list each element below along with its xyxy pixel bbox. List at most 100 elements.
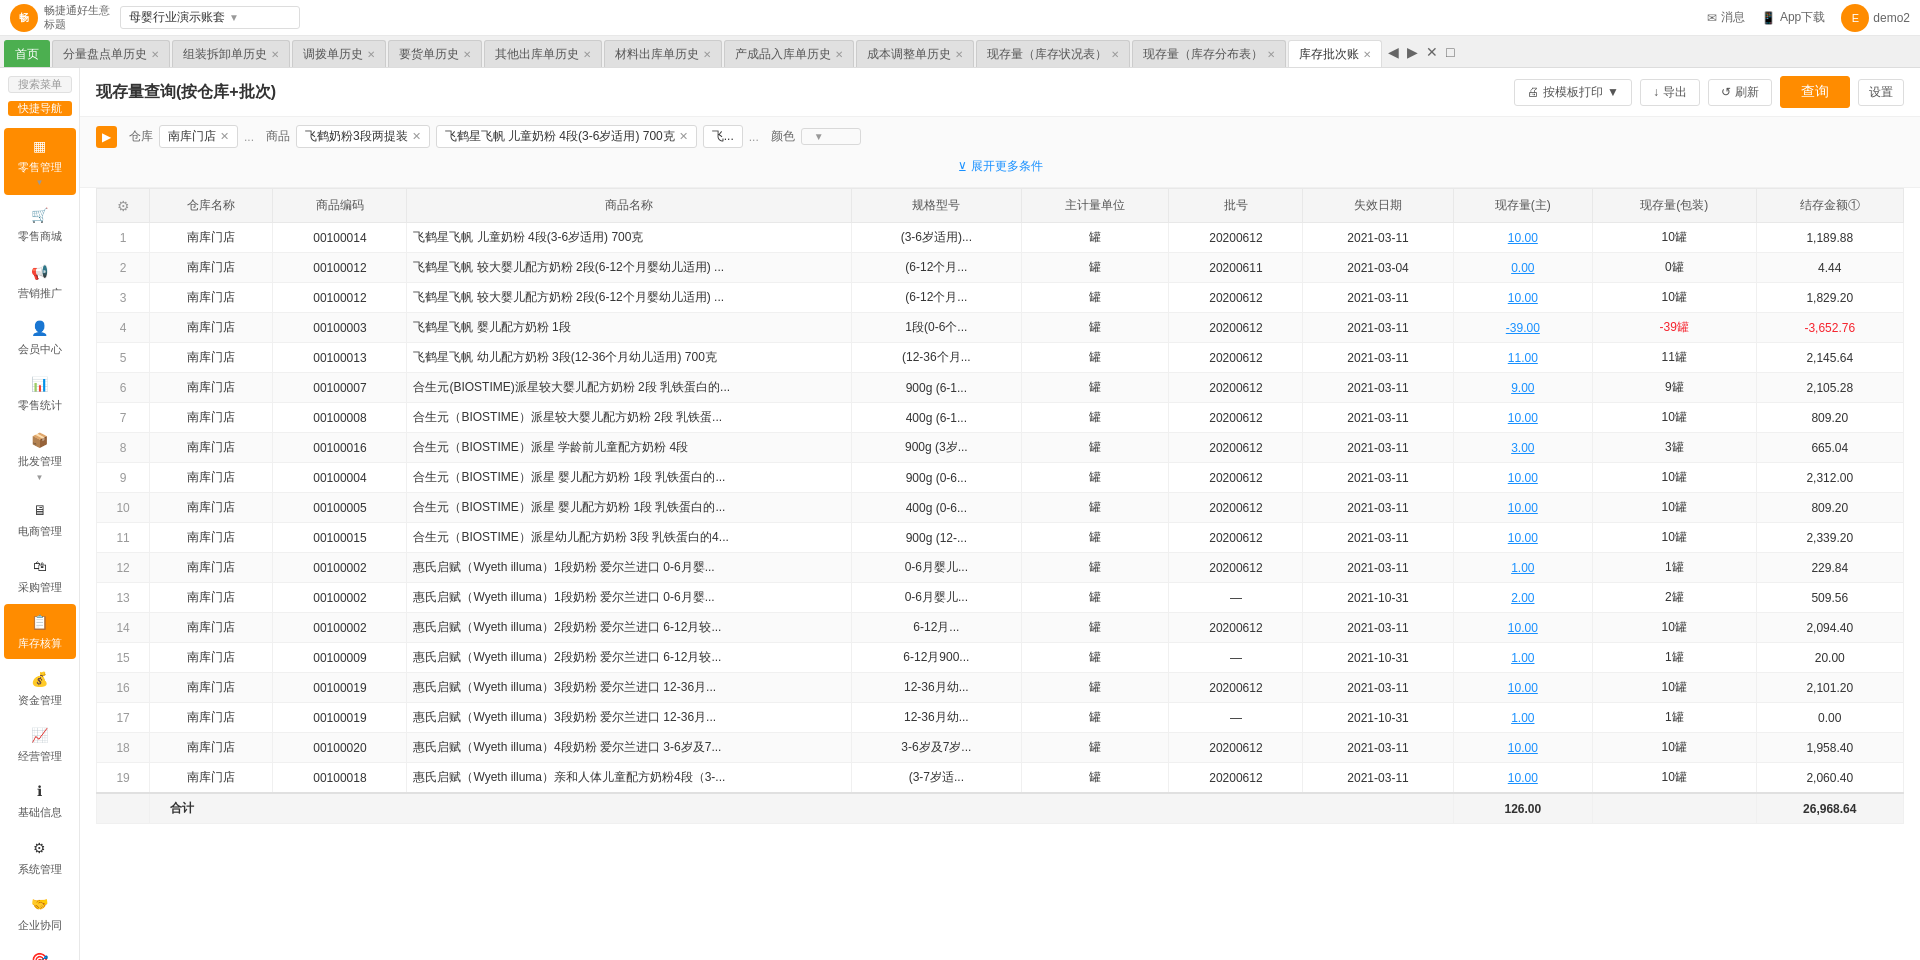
cell-amount: 0.00 bbox=[1756, 703, 1903, 733]
tab-qita[interactable]: 其他出库单历史 ✕ bbox=[484, 40, 602, 68]
print-btn[interactable]: 🖨 按模板打印 ▼ bbox=[1514, 79, 1632, 106]
cell-qty-main[interactable]: 10.00 bbox=[1453, 733, 1592, 763]
sidebar-item-collab[interactable]: 🤝 企业协同 bbox=[4, 886, 76, 940]
close-icon[interactable]: ✕ bbox=[835, 49, 843, 60]
expand-filters-btn[interactable]: ▶ bbox=[96, 126, 117, 148]
product-more[interactable]: ... bbox=[749, 130, 759, 144]
cell-batch: 20200612 bbox=[1169, 763, 1303, 794]
col-code: 商品编码 bbox=[273, 189, 407, 223]
cell-qty-main[interactable]: 10.00 bbox=[1453, 223, 1592, 253]
close-icon[interactable]: ✕ bbox=[220, 130, 229, 143]
sidebar-item-system[interactable]: ⚙ 系统管理 bbox=[4, 830, 76, 884]
cell-qty-main[interactable]: 10.00 bbox=[1453, 613, 1592, 643]
tab-cailiao[interactable]: 材料出库单历史 ✕ bbox=[604, 40, 722, 68]
tab-diaob[interactable]: 调拨单历史 ✕ bbox=[292, 40, 386, 68]
sidebar-item-purchase[interactable]: 🛍 采购管理 bbox=[4, 548, 76, 602]
sidebar-item-ecom[interactable]: 🖥 电商管理 bbox=[4, 492, 76, 546]
col-settings[interactable]: ⚙ bbox=[97, 189, 150, 223]
tab-close-all-icon[interactable]: ✕ bbox=[1422, 44, 1442, 60]
color-label: 颜色 bbox=[771, 128, 795, 145]
query-btn[interactable]: 查询 bbox=[1780, 76, 1850, 108]
cell-qty-main[interactable]: 10.00 bbox=[1453, 283, 1592, 313]
tab-fenliang[interactable]: 分量盘点单历史 ✕ bbox=[52, 40, 170, 68]
sidebar-item-biz[interactable]: 📈 经营管理 bbox=[4, 717, 76, 771]
close-icon[interactable]: ✕ bbox=[271, 49, 279, 60]
cell-batch: 20200612 bbox=[1169, 433, 1303, 463]
app-download-btn[interactable]: 📱 App下载 bbox=[1761, 9, 1825, 26]
cell-warehouse: 南库门店 bbox=[150, 433, 273, 463]
cell-code: 00100018 bbox=[273, 763, 407, 794]
sidebar-item-finance[interactable]: 💰 资金管理 bbox=[4, 661, 76, 715]
org-selector[interactable]: 母婴行业演示账套 ▼ bbox=[120, 6, 300, 29]
warehouse-tag[interactable]: 南库门店 ✕ bbox=[159, 125, 238, 148]
cell-qty-main[interactable]: 10.00 bbox=[1453, 463, 1592, 493]
sidebar-item-retail[interactable]: ▦ 零售管理 ▼ bbox=[4, 128, 76, 195]
tab-chengben[interactable]: 成本调整单历史 ✕ bbox=[856, 40, 974, 68]
cell-qty-main[interactable]: 2.00 bbox=[1453, 583, 1592, 613]
search-menu-btn[interactable]: 搜索菜单 bbox=[8, 76, 72, 93]
warehouse-more[interactable]: ... bbox=[244, 130, 254, 144]
sidebar-item-inventory[interactable]: 📋 库存核算 bbox=[4, 604, 76, 658]
cell-qty-main[interactable]: 1.00 bbox=[1453, 643, 1592, 673]
logo-line1: 畅捷通好生意 bbox=[44, 4, 110, 17]
product-tag-1[interactable]: 飞鹤奶粉3段两提装 ✕ bbox=[296, 125, 430, 148]
quick-nav-btn[interactable]: 快捷导航 bbox=[8, 101, 72, 116]
tab-xiancun1[interactable]: 现存量（库存状况表） ✕ bbox=[976, 40, 1130, 68]
cell-qty-main[interactable]: -39.00 bbox=[1453, 313, 1592, 343]
tab-yaohuo[interactable]: 要货单历史 ✕ bbox=[388, 40, 482, 68]
cell-qty-main[interactable]: 10.00 bbox=[1453, 763, 1592, 794]
cell-qty-main[interactable]: 11.00 bbox=[1453, 343, 1592, 373]
cell-qty-main[interactable]: 10.00 bbox=[1453, 673, 1592, 703]
quick-nav-label: 快捷导航 bbox=[18, 101, 62, 116]
cell-qty-main[interactable]: 1.00 bbox=[1453, 703, 1592, 733]
tab-home[interactable]: 首页 bbox=[4, 40, 50, 68]
cell-qty-main[interactable]: 1.00 bbox=[1453, 553, 1592, 583]
sidebar-item-stats[interactable]: 📊 零售统计 bbox=[4, 366, 76, 420]
tab-zuzhuang[interactable]: 组装拆卸单历史 ✕ bbox=[172, 40, 290, 68]
close-icon[interactable]: ✕ bbox=[463, 49, 471, 60]
refresh-btn[interactable]: ↺ 刷新 bbox=[1708, 79, 1772, 106]
close-icon[interactable]: ✕ bbox=[679, 130, 688, 143]
cell-batch: 20200612 bbox=[1169, 523, 1303, 553]
expand-conditions-btn[interactable]: ⊻ 展开更多条件 bbox=[950, 154, 1051, 179]
product-tag-3[interactable]: 飞... bbox=[703, 125, 743, 148]
sidebar-item-marketing[interactable]: 📢 营销推广 bbox=[4, 254, 76, 308]
sidebar-item-basic[interactable]: ℹ 基础信息 bbox=[4, 773, 76, 827]
sidebar-item-wholesale[interactable]: 📦 批发管理 ▼ bbox=[4, 422, 76, 489]
tab-maximize-icon[interactable]: □ bbox=[1442, 44, 1458, 60]
sidebar-item-member[interactable]: 👤 会员中心 bbox=[4, 310, 76, 364]
tab-xiancun2[interactable]: 现存量（库存分布表） ✕ bbox=[1132, 40, 1286, 68]
table-row: 12 南库门店 00100002 惠氏启赋（Wyeth illuma）1段奶粉 … bbox=[97, 553, 1904, 583]
sidebar-item-mall[interactable]: 🛒 零售商城 bbox=[4, 197, 76, 251]
close-icon[interactable]: ✕ bbox=[412, 130, 421, 143]
cell-qty-main[interactable]: 10.00 bbox=[1453, 523, 1592, 553]
close-icon[interactable]: ✕ bbox=[1111, 49, 1119, 60]
color-select[interactable]: ▼ bbox=[801, 128, 861, 145]
cell-qty-main[interactable]: 10.00 bbox=[1453, 403, 1592, 433]
close-icon[interactable]: ✕ bbox=[583, 49, 591, 60]
tab-next-icon[interactable]: ▶ bbox=[1403, 44, 1422, 60]
close-icon[interactable]: ✕ bbox=[703, 49, 711, 60]
cell-unit: 罐 bbox=[1021, 343, 1168, 373]
message-btn[interactable]: ✉ 消息 bbox=[1707, 9, 1745, 26]
tab-prev-icon[interactable]: ◀ bbox=[1384, 44, 1403, 60]
cell-qty-main[interactable]: 9.00 bbox=[1453, 373, 1592, 403]
export-btn[interactable]: ↓ 导出 bbox=[1640, 79, 1700, 106]
table-row: 16 南库门店 00100019 惠氏启赋（Wyeth illuma）3段奶粉 … bbox=[97, 673, 1904, 703]
close-icon[interactable]: ✕ bbox=[955, 49, 963, 60]
cell-qty-main[interactable]: 10.00 bbox=[1453, 493, 1592, 523]
close-icon[interactable]: ✕ bbox=[367, 49, 375, 60]
cell-expire: 2021-03-11 bbox=[1303, 403, 1453, 433]
user-area[interactable]: E demo2 bbox=[1841, 4, 1910, 32]
tab-kucun-active[interactable]: 库存批次账 ✕ bbox=[1288, 40, 1382, 68]
settings-btn[interactable]: 设置 bbox=[1858, 79, 1904, 106]
close-icon[interactable]: ✕ bbox=[151, 49, 159, 60]
product-tag-2[interactable]: 飞鹤星飞帆 儿童奶粉 4段(3-6岁适用) 700克 ✕ bbox=[436, 125, 697, 148]
cell-qty-main[interactable]: 0.00 bbox=[1453, 253, 1592, 283]
tab-chengpin[interactable]: 产成品入库单历史 ✕ bbox=[724, 40, 854, 68]
cell-qty-main[interactable]: 3.00 bbox=[1453, 433, 1592, 463]
close-icon[interactable]: ✕ bbox=[1267, 49, 1275, 60]
cell-expire: 2021-03-11 bbox=[1303, 763, 1453, 794]
sidebar-item-guide[interactable]: 🎯 新手引导 bbox=[4, 942, 76, 960]
close-icon[interactable]: ✕ bbox=[1363, 49, 1371, 60]
